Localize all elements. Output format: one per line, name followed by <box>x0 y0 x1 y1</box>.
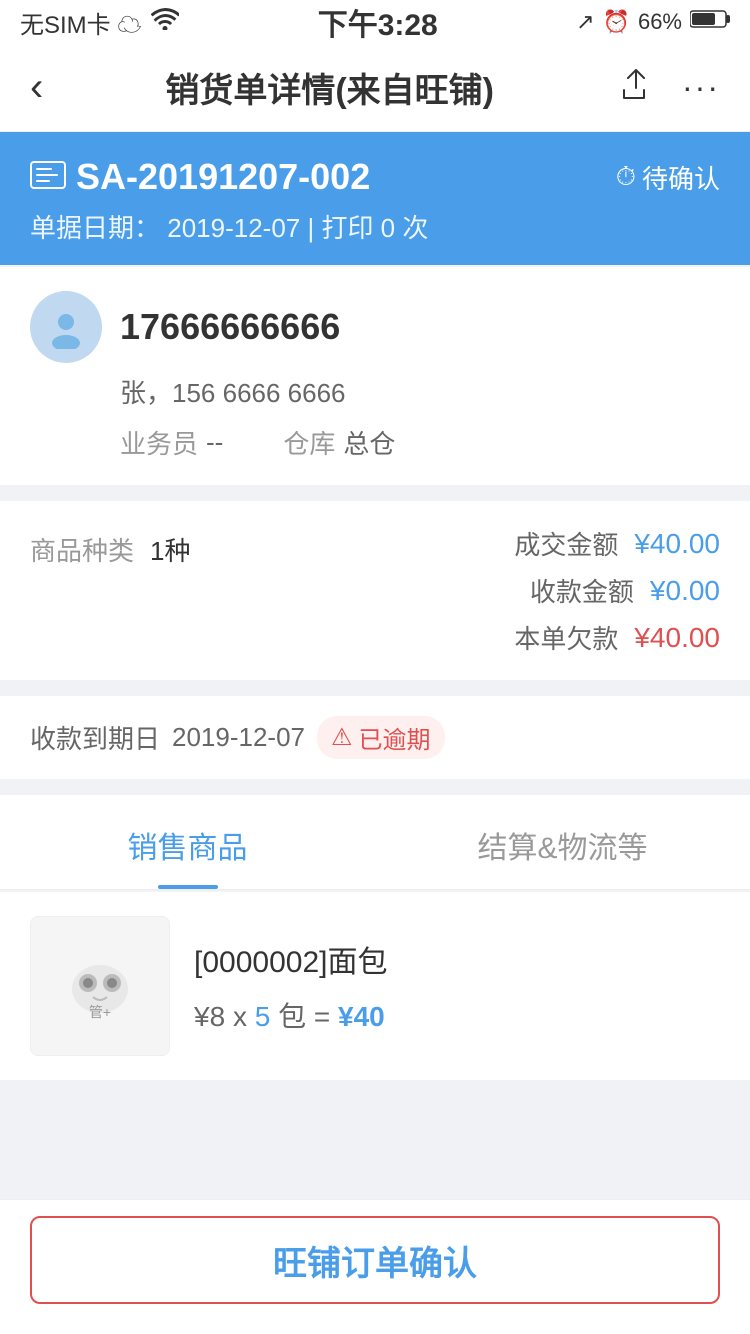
customer-name: 张，156 6666 6666 <box>120 373 720 410</box>
overdue-badge: ⚠ 已逾期 <box>317 716 445 759</box>
order-header: SA-20191207-002 ⏱ 待确认 单据日期： 2019-12-07 |… <box>0 132 750 265</box>
due-date-value: 2019-12-07 <box>172 722 305 753</box>
debt-label: 本单欠款 <box>514 619 618 656</box>
tab-products[interactable]: 销售商品 <box>0 795 375 889</box>
equals-sign: = <box>314 1001 338 1032</box>
order-id: SA-20191207-002 <box>30 156 370 198</box>
tabs: 销售商品 结算&物流等 <box>0 795 750 890</box>
tab-settlement[interactable]: 结算&物流等 <box>375 795 750 889</box>
svg-text:管+: 管+ <box>89 1004 111 1020</box>
debt-value: ¥40.00 <box>634 622 720 654</box>
avatar <box>30 291 102 363</box>
clock-icon: ⏱ <box>616 161 636 193</box>
status-time: 下午3:28 <box>318 0 438 44</box>
location-icon: ↗ <box>576 9 594 35</box>
order-date: 单据日期： 2019-12-07 | 打印 0 次 <box>30 208 720 245</box>
warehouse-value: 总仓 <box>343 424 395 461</box>
customer-phone: 17666666666 <box>120 306 340 348</box>
sim-status: 无SIM卡 ☁ <box>20 5 141 40</box>
back-button[interactable]: ‹ <box>30 65 43 110</box>
order-status: ⏱ 待确认 <box>616 159 720 196</box>
wifi-icon <box>151 8 179 37</box>
confirm-order-button[interactable]: 旺铺订单确认 <box>30 1216 720 1304</box>
warning-icon: ⚠ <box>331 723 353 752</box>
summary-card: 商品种类 1种 成交金额 ¥40.00 收款金额 ¥0.00 本单欠款 ¥40.… <box>0 501 750 680</box>
nav-bar: ‹ 销货单详情(来自旺铺) ··· <box>0 44 750 132</box>
due-date-label: 收款到期日 <box>30 719 160 756</box>
product-type-label: 商品种类 <box>30 531 134 568</box>
product-info: [0000002]面包 ¥8 x 5 包 = ¥40 <box>194 937 720 1035</box>
warehouse-label: 仓库 <box>283 424 335 461</box>
product-price-row: ¥8 x 5 包 = ¥40 <box>194 995 720 1035</box>
customer-card: 17666666666 张，156 6666 6666 业务员 -- 仓库 总仓 <box>0 267 750 485</box>
page-title: 销货单详情(来自旺铺) <box>165 63 494 112</box>
more-icon[interactable]: ··· <box>682 69 720 106</box>
product-quantity: 5 <box>255 1001 271 1032</box>
product-thumbnail: 管+ <box>30 916 170 1056</box>
order-icon <box>30 156 66 198</box>
customer-meta: 业务员 -- 仓库 总仓 <box>120 424 720 461</box>
status-left: 无SIM卡 ☁ <box>20 5 179 40</box>
salesperson-label: 业务员 <box>120 424 198 461</box>
payment-value: ¥0.00 <box>650 575 720 607</box>
alarm-icon: ⏰ <box>603 9 630 35</box>
amount-value: ¥40.00 <box>634 528 720 560</box>
product-list: 管+ [0000002]面包 ¥8 x 5 包 = ¥40 <box>0 892 750 1080</box>
status-right: ↗ ⏰ 66% <box>576 9 730 35</box>
share-icon[interactable] <box>616 66 652 110</box>
salesperson-value: -- <box>206 427 223 458</box>
payment-label: 收款金额 <box>530 572 634 609</box>
amount-label: 成交金额 <box>514 525 618 562</box>
product-price: ¥8 <box>194 1001 225 1032</box>
status-bar: 无SIM卡 ☁ 下午3:28 ↗ ⏰ 66% <box>0 0 750 44</box>
product-type-value: 1种 <box>150 531 190 568</box>
product-name: [0000002]面包 <box>194 937 720 981</box>
product-unit: 包 <box>278 1001 306 1032</box>
battery-icon <box>690 9 730 35</box>
product-total: ¥40 <box>338 1001 385 1032</box>
bottom-action-bar: 旺铺订单确认 <box>0 1199 750 1334</box>
product-item: 管+ [0000002]面包 ¥8 x 5 包 = ¥40 <box>0 892 750 1080</box>
battery-level: 66% <box>638 9 682 35</box>
due-date-card: 收款到期日 2019-12-07 ⚠ 已逾期 <box>0 696 750 779</box>
amounts: 成交金额 ¥40.00 收款金额 ¥0.00 本单欠款 ¥40.00 <box>514 525 720 656</box>
multiply-sign: x <box>233 1001 255 1032</box>
nav-actions: ··· <box>616 66 720 110</box>
